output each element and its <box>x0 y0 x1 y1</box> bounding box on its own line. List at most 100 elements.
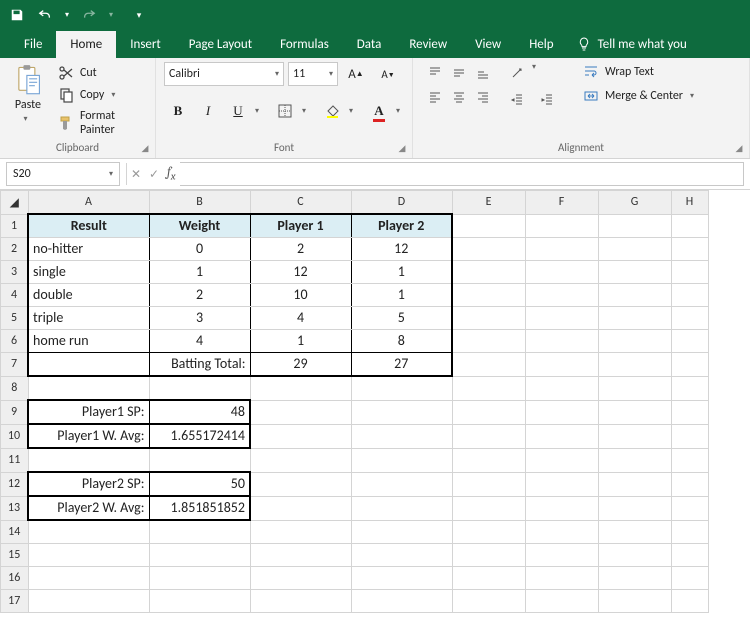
underline-button[interactable]: U <box>224 100 252 122</box>
col-header-F[interactable]: F <box>525 191 598 215</box>
row-header[interactable]: 15 <box>1 544 29 567</box>
row-header[interactable]: 17 <box>1 590 29 613</box>
cell[interactable]: Result <box>29 215 149 237</box>
row-header[interactable]: 8 <box>1 376 29 400</box>
format-painter-button[interactable]: Format Painter <box>54 108 147 138</box>
cell[interactable] <box>526 215 598 237</box>
cell[interactable] <box>29 353 149 375</box>
tab-file[interactable]: File <box>10 31 56 58</box>
paste-split-icon[interactable]: ▾ <box>23 114 33 124</box>
worksheet-grid[interactable]: ◢ A B C D E F G H 1 Result Weight Player… <box>0 190 750 613</box>
row-header[interactable]: 14 <box>1 520 29 544</box>
row-header[interactable]: 6 <box>1 330 29 353</box>
row-header[interactable]: 11 <box>1 448 29 472</box>
cell[interactable]: 1 <box>352 284 452 306</box>
row-header[interactable]: 5 <box>1 307 29 330</box>
cell[interactable]: 12 <box>352 238 452 260</box>
borders-split-icon[interactable]: ▾ <box>302 106 312 116</box>
col-header-C[interactable]: C <box>250 191 351 215</box>
undo-icon[interactable] <box>34 4 56 26</box>
redo-icon[interactable] <box>78 4 100 26</box>
col-header-B[interactable]: B <box>149 191 250 215</box>
cell[interactable]: 27 <box>352 353 452 375</box>
col-header-G[interactable]: G <box>598 191 671 215</box>
cell[interactable]: Player2 SP: <box>29 473 149 495</box>
orientation-split-icon[interactable]: ▾ <box>532 62 542 84</box>
orientation-button[interactable] <box>503 62 531 84</box>
fx-icon[interactable]: fx <box>163 165 180 183</box>
cell[interactable]: 5 <box>352 307 452 329</box>
tab-data[interactable]: Data <box>343 31 396 58</box>
cell[interactable]: 1.655172414 <box>150 425 250 447</box>
row-header[interactable]: 12 <box>1 472 29 496</box>
font-size-combo[interactable]: 11 ▾ <box>288 62 338 86</box>
tab-page-layout[interactable]: Page Layout <box>175 31 266 58</box>
font-name-combo[interactable]: Calibri ▾ <box>164 62 284 86</box>
underline-split-icon[interactable]: ▾ <box>255 106 265 116</box>
wrap-text-button[interactable]: Wrap Text <box>577 62 706 82</box>
redo-split-icon[interactable]: ▾ <box>106 4 116 26</box>
tab-home[interactable]: Home <box>56 31 116 58</box>
copy-split-icon[interactable]: ▾ <box>111 90 121 100</box>
cell[interactable]: Weight <box>150 215 250 237</box>
col-header-H[interactable]: H <box>671 191 708 215</box>
row-header[interactable]: 7 <box>1 353 29 377</box>
borders-button[interactable] <box>271 100 299 122</box>
cell[interactable]: double <box>29 284 149 306</box>
name-box[interactable]: S20 ▾ <box>6 162 120 186</box>
cell[interactable]: 29 <box>251 353 351 375</box>
decrease-font-icon[interactable]: A▼ <box>374 63 402 85</box>
enter-formula-icon[interactable]: ✓ <box>145 163 163 185</box>
row-header[interactable]: 1 <box>1 214 29 238</box>
select-all-corner[interactable]: ◢ <box>1 191 29 215</box>
increase-font-icon[interactable]: A▲ <box>342 63 370 85</box>
alignment-launcher-icon[interactable]: ◢ <box>731 140 747 156</box>
cell[interactable]: Player1 W. Avg: <box>29 425 149 447</box>
qat-customize-icon[interactable]: ▾ <box>128 4 150 26</box>
row-header[interactable]: 10 <box>1 424 29 448</box>
cell[interactable]: triple <box>29 307 149 329</box>
cell[interactable]: Player 2 <box>352 215 452 237</box>
paste-button[interactable]: Paste ▾ <box>8 62 48 124</box>
cell[interactable]: 4 <box>251 307 351 329</box>
cell[interactable]: 2 <box>150 284 250 306</box>
cell[interactable]: 50 <box>150 473 250 495</box>
increase-indent-icon[interactable] <box>533 88 561 110</box>
font-color-split-icon[interactable]: ▾ <box>396 106 406 116</box>
cell[interactable]: Player1 SP: <box>29 401 149 423</box>
cell[interactable] <box>599 215 671 237</box>
undo-split-icon[interactable]: ▾ <box>62 4 72 26</box>
row-header[interactable]: 3 <box>1 261 29 284</box>
col-header-D[interactable]: D <box>351 191 452 215</box>
tell-me-search[interactable]: Tell me what you <box>576 30 687 58</box>
fill-color-button[interactable] <box>318 100 346 122</box>
fill-split-icon[interactable]: ▾ <box>349 106 359 116</box>
cell[interactable]: no-hitter <box>29 238 149 260</box>
align-bottom-icon[interactable] <box>469 62 497 84</box>
save-icon[interactable] <box>6 4 28 26</box>
cell[interactable]: 2 <box>251 238 351 260</box>
cell[interactable]: 1 <box>352 261 452 283</box>
clipboard-launcher-icon[interactable]: ◢ <box>137 140 153 156</box>
decrease-indent-icon[interactable] <box>503 88 531 110</box>
cell[interactable] <box>453 215 525 237</box>
copy-button[interactable]: Copy ▾ <box>54 86 147 104</box>
font-color-button[interactable]: A <box>365 100 393 122</box>
italic-button[interactable]: I <box>194 100 222 122</box>
cancel-formula-icon[interactable]: ✕ <box>127 163 145 185</box>
cell[interactable]: home run <box>29 330 149 352</box>
cut-button[interactable]: Cut <box>54 64 147 82</box>
row-header[interactable]: 13 <box>1 496 29 520</box>
font-launcher-icon[interactable]: ◢ <box>394 140 410 156</box>
tab-help[interactable]: Help <box>515 31 567 58</box>
col-header-A[interactable]: A <box>28 191 149 215</box>
cell[interactable]: 8 <box>352 330 452 352</box>
row-header[interactable]: 4 <box>1 284 29 307</box>
tab-formulas[interactable]: Formulas <box>266 31 343 58</box>
row-header[interactable]: 9 <box>1 400 29 424</box>
tab-review[interactable]: Review <box>395 31 461 58</box>
cell[interactable]: single <box>29 261 149 283</box>
cell[interactable]: 3 <box>150 307 250 329</box>
col-header-E[interactable]: E <box>452 191 525 215</box>
cell[interactable]: 4 <box>150 330 250 352</box>
